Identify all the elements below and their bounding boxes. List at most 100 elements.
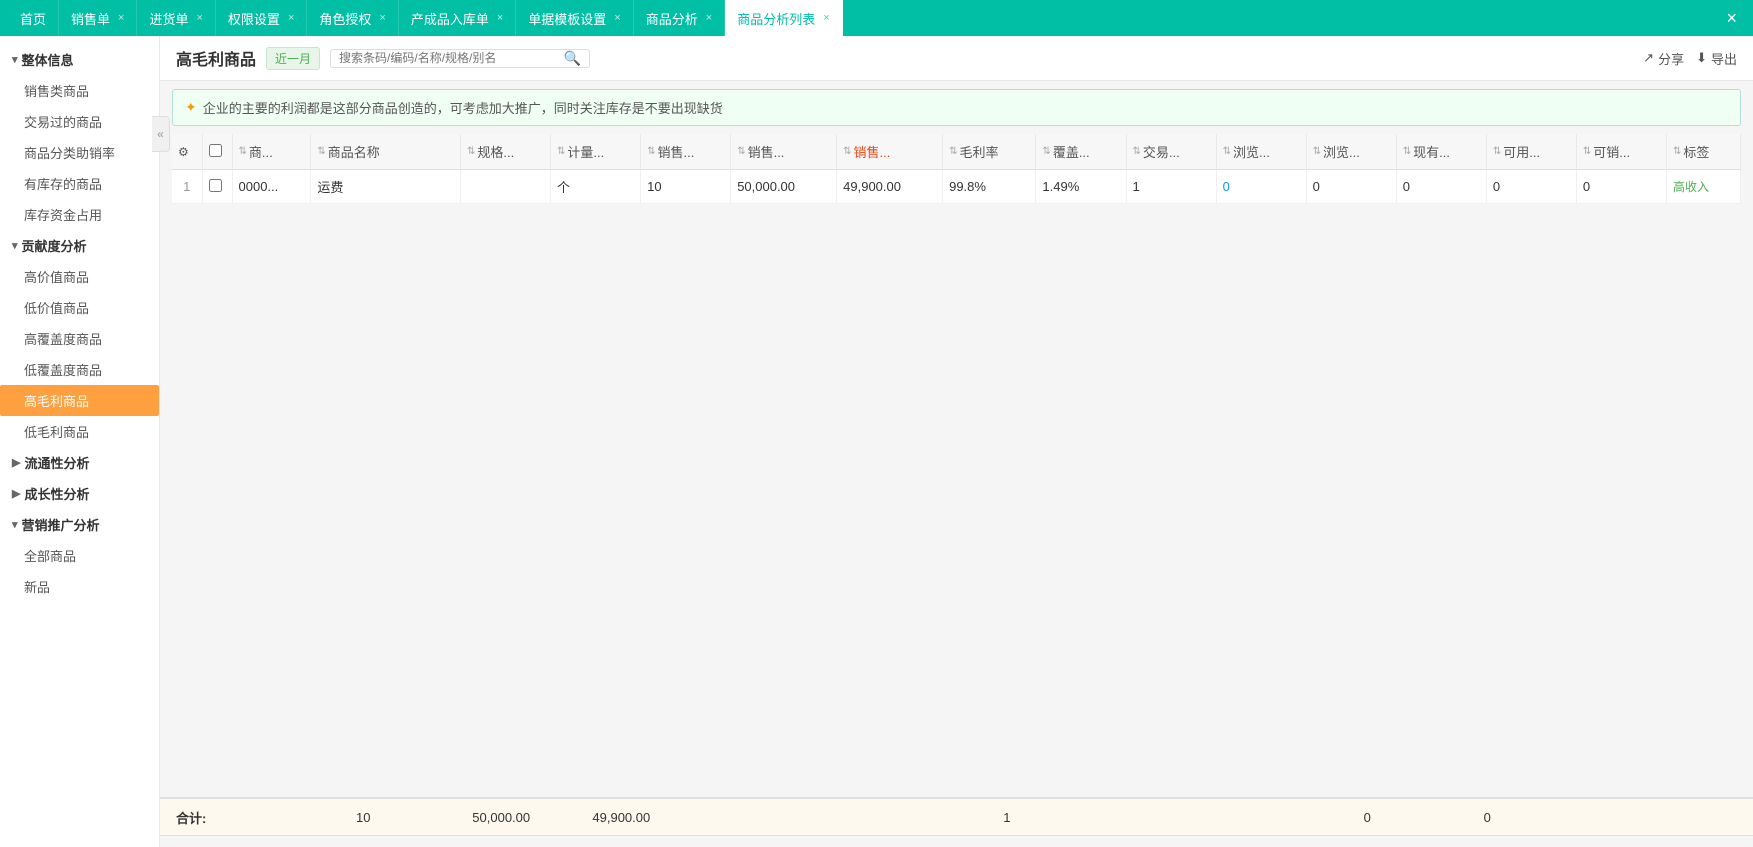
share-button[interactable]: ↗ 分享 [1643, 49, 1684, 68]
select-all-checkbox[interactable] [209, 144, 222, 157]
filter-recent-month[interactable]: 近一月 [266, 47, 320, 70]
nav-tab-sales[interactable]: 销售单 × [59, 0, 137, 36]
cell-sellable: 0 [1576, 170, 1666, 204]
sidebar-item-category-rate[interactable]: 商品分类助销率 [0, 137, 159, 168]
cell-current-stock: 0 [1396, 170, 1486, 204]
footer-margin [656, 810, 776, 825]
sidebar-item-high-value[interactable]: 高价值商品 [0, 261, 159, 292]
footer-coverage [776, 810, 896, 825]
col-transactions[interactable]: ⇅交易... [1126, 134, 1216, 170]
cell-views2: 0 [1306, 170, 1396, 204]
footer-tag [1617, 810, 1737, 825]
col-unit[interactable]: ⇅计量... [551, 134, 641, 170]
sidebar: ▾ 整体信息 销售类商品 交易过的商品 商品分类助销率 有库存的商品 库存资金占… [0, 36, 160, 847]
footer-transactions: 1 [896, 810, 1016, 825]
cell-code: 0000... [232, 170, 311, 204]
cell-margin-rate: 99.8% [943, 170, 1036, 204]
footer-current-stock: 0 [1257, 810, 1377, 825]
share-icon: ↗ [1643, 50, 1654, 66]
col-sales-cost[interactable]: ⇅销售... [837, 134, 943, 170]
expand-circulation-icon: ▶ [12, 456, 20, 469]
total-label: 合计: [176, 808, 296, 827]
top-navigation: 首页 销售单 × 进货单 × 权限设置 × 角色授权 × 产成品入库单 × 单据… [0, 0, 1753, 36]
col-views2[interactable]: ⇅浏览... [1306, 134, 1396, 170]
footer-sales-amount: 50,000.00 [416, 810, 536, 825]
table-row: 1 0000... 运费 个 10 50,000.00 49,900.00 99… [172, 170, 1741, 204]
cell-sales-amount: 50,000.00 [731, 170, 837, 204]
col-name[interactable]: ⇅商品名称 [311, 134, 461, 170]
nav-tab-role[interactable]: 角色授权 × [307, 0, 398, 36]
nav-tab-home[interactable]: 首页 [8, 0, 59, 36]
nav-tab-goods-analysis-list[interactable]: 商品分析列表 × [725, 0, 842, 36]
panel-actions: ↗ 分享 ⬇ 导出 [1643, 49, 1737, 68]
nav-tab-permission[interactable]: 权限设置 × [216, 0, 307, 36]
close-product-in-tab[interactable]: × [497, 12, 503, 24]
col-sellable[interactable]: ⇅可销... [1576, 134, 1666, 170]
sidebar-item-low-coverage[interactable]: 低覆盖度商品 [0, 354, 159, 385]
footer-available: 0 [1377, 810, 1497, 825]
export-button[interactable]: ⬇ 导出 [1696, 49, 1737, 68]
close-goods-analysis-tab[interactable]: × [706, 12, 712, 24]
nav-tab-product-in[interactable]: 产成品入库单 × [399, 0, 516, 36]
sidebar-item-stock-capital[interactable]: 库存资金占用 [0, 199, 159, 230]
close-all-tabs[interactable]: × [1718, 8, 1745, 29]
sidebar-item-traded-goods[interactable]: 交易过的商品 [0, 106, 159, 137]
sidebar-collapse-button[interactable]: « [152, 116, 170, 152]
panel-title: 高毛利商品 [176, 46, 256, 70]
sidebar-item-sales-goods[interactable]: 销售类商品 [0, 75, 159, 106]
search-icon[interactable]: 🔍 [564, 50, 581, 67]
col-views1[interactable]: ⇅浏览... [1216, 134, 1306, 170]
close-template-tab[interactable]: × [614, 12, 620, 24]
cell-checkbox[interactable] [202, 170, 232, 204]
close-goods-analysis-list-tab[interactable]: × [823, 12, 829, 24]
expand-marketing-icon: ▾ [12, 518, 18, 531]
horizontal-scrollbar[interactable] [160, 835, 1753, 847]
col-spec[interactable]: ⇅规格... [460, 134, 550, 170]
col-margin-rate[interactable]: ⇅毛利率 [943, 134, 1036, 170]
sidebar-item-stock-goods[interactable]: 有库存的商品 [0, 168, 159, 199]
footer-sales-qty: 10 [296, 810, 416, 825]
close-permission-tab[interactable]: × [288, 12, 294, 24]
sidebar-item-high-margin[interactable]: 高毛利商品 [0, 385, 159, 416]
col-coverage[interactable]: ⇅覆盖... [1036, 134, 1126, 170]
row-checkbox[interactable] [209, 179, 222, 192]
close-role-tab[interactable]: × [379, 12, 385, 24]
col-available[interactable]: ⇅可用... [1486, 134, 1576, 170]
sidebar-item-low-value[interactable]: 低价值商品 [0, 292, 159, 323]
notice-icon: ✦ [185, 99, 197, 116]
sidebar-group-circulation[interactable]: ▶ 流通性分析 [0, 447, 159, 478]
close-purchase-tab[interactable]: × [196, 12, 202, 24]
cell-views1[interactable]: 0 [1216, 170, 1306, 204]
sidebar-item-high-coverage[interactable]: 高覆盖度商品 [0, 323, 159, 354]
col-sales-amount[interactable]: ⇅销售... [731, 134, 837, 170]
sidebar-group-marketing[interactable]: ▾ 营销推广分析 [0, 509, 159, 540]
expand-contribution-icon: ▾ [12, 239, 18, 252]
col-checkbox [202, 134, 232, 170]
data-table-container: ⚙ ⇅商... ⇅商品名称 ⇅规格... ⇅计量... ⇅销售... ⇅销售..… [172, 134, 1741, 797]
sidebar-group-growth[interactable]: ▶ 成长性分析 [0, 478, 159, 509]
nav-tab-goods-analysis[interactable]: 商品分析 × [634, 0, 725, 36]
footer-views1 [1017, 810, 1137, 825]
col-code[interactable]: ⇅商... [232, 134, 311, 170]
cell-available: 0 [1486, 170, 1576, 204]
footer-sales-cost: 49,900.00 [536, 810, 656, 825]
sidebar-item-new-goods[interactable]: 新品 [0, 571, 159, 602]
sidebar-group-contribution[interactable]: ▾ 贡献度分析 [0, 230, 159, 261]
sidebar-group-overall[interactable]: ▾ 整体信息 [0, 44, 159, 75]
search-input[interactable] [339, 51, 564, 65]
expand-overall-icon: ▾ [12, 53, 18, 66]
col-settings[interactable]: ⚙ [172, 134, 202, 170]
cell-transactions: 1 [1126, 170, 1216, 204]
cell-sales-cost: 49,900.00 [837, 170, 943, 204]
col-sales-qty[interactable]: ⇅销售... [641, 134, 731, 170]
close-sales-tab[interactable]: × [118, 12, 124, 24]
sidebar-item-all-goods[interactable]: 全部商品 [0, 540, 159, 571]
footer-sellable [1497, 810, 1617, 825]
nav-tab-purchase[interactable]: 进货单 × [137, 0, 215, 36]
col-current-stock[interactable]: ⇅现有... [1396, 134, 1486, 170]
nav-tab-template[interactable]: 单据模板设置 × [516, 0, 633, 36]
panel-header: 高毛利商品 近一月 🔍 ↗ 分享 ⬇ 导出 [160, 36, 1753, 81]
sidebar-item-low-margin[interactable]: 低毛利商品 [0, 416, 159, 447]
col-tag[interactable]: ⇅标签 [1666, 134, 1740, 170]
footer-views2 [1137, 810, 1257, 825]
